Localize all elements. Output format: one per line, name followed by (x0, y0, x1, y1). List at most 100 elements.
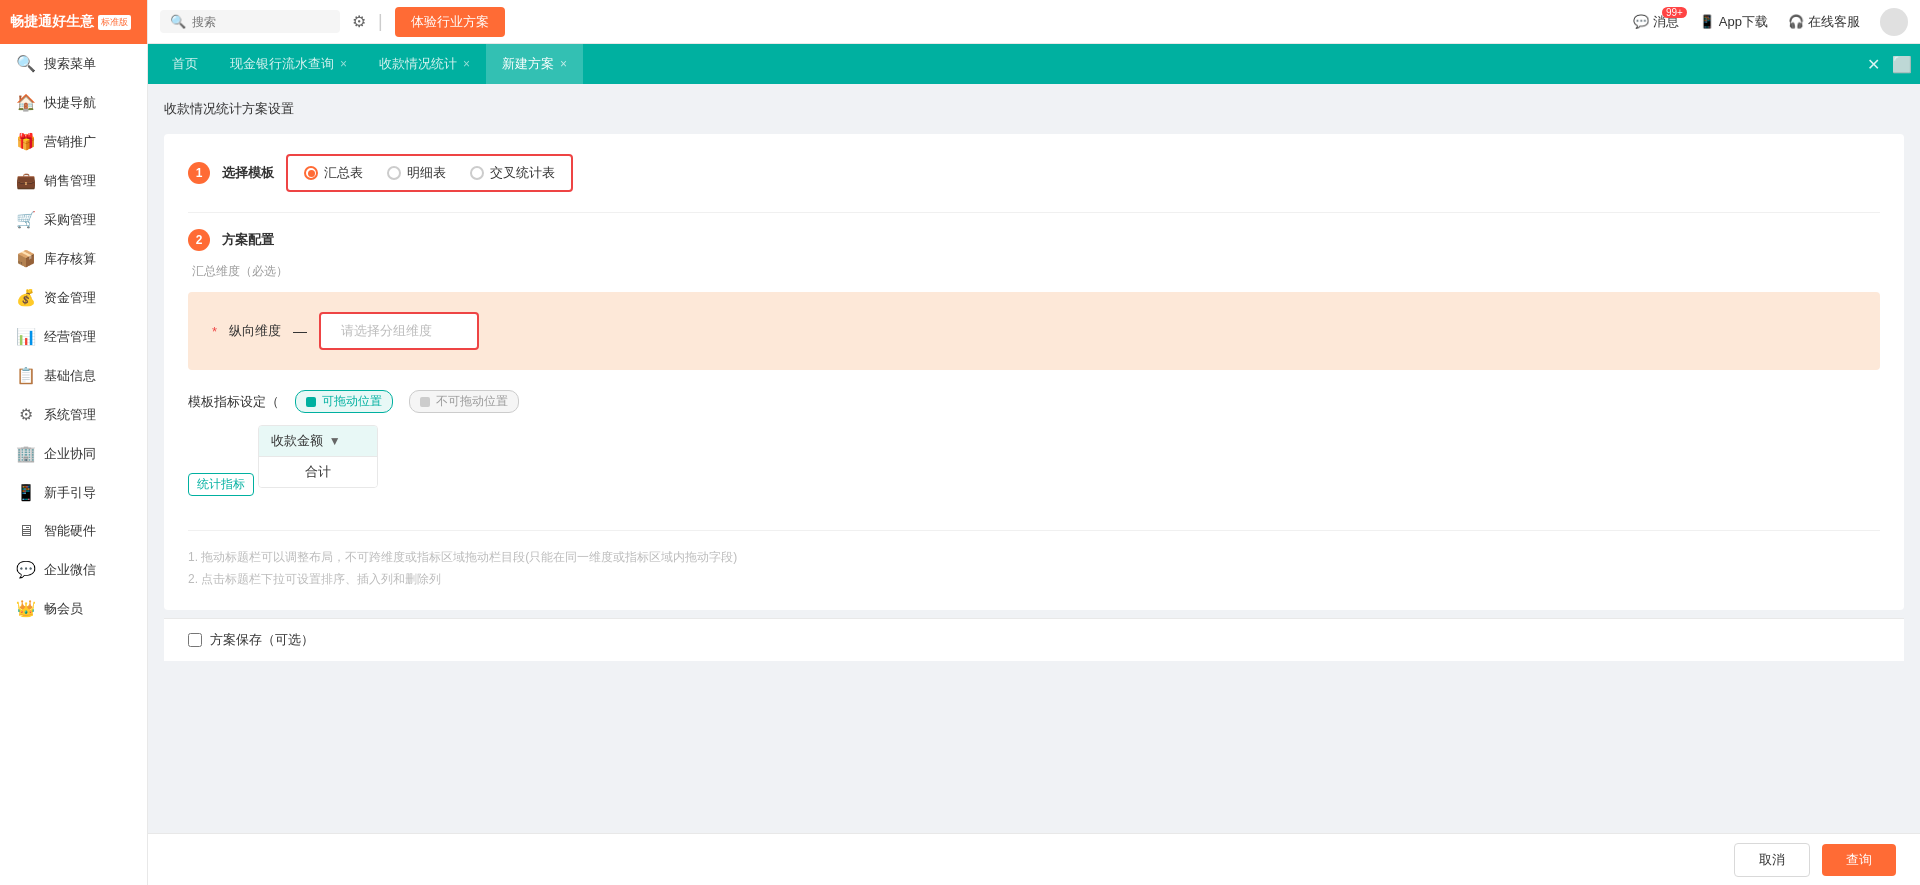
metrics-table-area: 统计指标 收款金额 ▼ 合计 (188, 425, 1880, 506)
sidebar-item-label: 企业协同 (44, 445, 96, 463)
money-icon: 💰 (16, 288, 36, 307)
app-icon: 📱 (1699, 14, 1715, 29)
template-detail-radio[interactable] (387, 166, 401, 180)
cancel-button[interactable]: 取消 (1734, 843, 1810, 877)
metrics-cell-total: 合计 (259, 457, 377, 487)
sidebar-item-label: 营销推广 (44, 133, 96, 151)
template-summary-label: 汇总表 (324, 164, 363, 182)
topbar: 🔍 ⚙ | 体验行业方案 💬 消息 99+ 📱 App下载 🎧 在线客服 (148, 0, 1920, 44)
sidebar-item-label: 快捷导航 (44, 94, 96, 112)
template-cross-radio[interactable] (470, 166, 484, 180)
template-cross-option[interactable]: 交叉统计表 (470, 164, 555, 182)
metrics-column-title: 收款金额 (271, 432, 323, 450)
vertical-dimension-label: 纵向维度 (229, 322, 281, 340)
divider1 (188, 212, 1880, 213)
tab-bank-flow-close[interactable]: × (340, 57, 347, 71)
tab-bank-flow[interactable]: 现金银行流水查询 × (214, 44, 363, 84)
metrics-dropdown-icon[interactable]: ▼ (329, 434, 341, 448)
crown-icon: 👑 (16, 599, 36, 618)
sidebar-item-purchase[interactable]: 🛒 采购管理 (0, 200, 147, 239)
tab-window-close-icon[interactable]: ✕ (1867, 55, 1880, 74)
topbar-divider: | (378, 11, 383, 32)
tab-collection-close[interactable]: × (463, 57, 470, 71)
tab-home[interactable]: 首页 (156, 44, 214, 84)
save-option-bar: 方案保存（可选） (164, 618, 1904, 661)
sidebar-logo: 畅捷通好生意 标准版 (0, 0, 147, 44)
step2-header: 2 方案配置 (188, 229, 1880, 251)
document-icon: 📋 (16, 366, 36, 385)
online-service-item[interactable]: 🎧 在线客服 (1788, 13, 1860, 31)
sidebar-item-operation[interactable]: 📊 经营管理 (0, 317, 147, 356)
sidebar-item-label: 库存核算 (44, 250, 96, 268)
template-summary-radio[interactable] (304, 166, 318, 180)
search-icon: 🔍 (16, 54, 36, 73)
briefcase-icon: 💼 (16, 171, 36, 190)
dimension-area: * 纵向维度 — 请选择分组维度 (188, 292, 1880, 370)
app-download-item[interactable]: 📱 App下载 (1699, 13, 1768, 31)
sidebar-item-hardware[interactable]: 🖥 智能硬件 (0, 512, 147, 550)
step1-header: 1 选择模板 汇总表 明细表 交叉统计表 (188, 154, 1880, 192)
sidebar-item-base-info[interactable]: 📋 基础信息 (0, 356, 147, 395)
sidebar-item-enterprise[interactable]: 🏢 企业协同 (0, 434, 147, 473)
draggable-badge: 可拖动位置 (295, 390, 393, 413)
sidebar-item-guide[interactable]: 📱 新手引导 (0, 473, 147, 512)
sidebar-item-marketing[interactable]: 🎁 营销推广 (0, 122, 147, 161)
phone-icon: 📱 (16, 483, 36, 502)
user-avatar[interactable] (1880, 8, 1908, 36)
tip-2: 2. 点击标题栏下拉可设置排序、插入列和删除列 (188, 569, 1880, 591)
sidebar-item-label: 智能硬件 (44, 522, 96, 540)
tab-new-plan-close[interactable]: × (560, 57, 567, 71)
box-icon: 📦 (16, 249, 36, 268)
cart-icon: 🛒 (16, 210, 36, 229)
bottom-action-bar: 取消 查询 (148, 833, 1920, 885)
tab-collection-stats[interactable]: 收款情况统计 × (363, 44, 486, 84)
dimension-select[interactable]: 请选择分组维度 (319, 312, 479, 350)
tab-collection-stats-label: 收款情况统计 (379, 55, 457, 73)
template-detail-label: 明细表 (407, 164, 446, 182)
non-draggable-badge: 不可拖动位置 (409, 390, 519, 413)
tab-maximize-icon[interactable]: ⬜ (1892, 55, 1912, 74)
main-card: 1 选择模板 汇总表 明细表 交叉统计表 (164, 134, 1904, 610)
topbar-right: 💬 消息 99+ 📱 App下载 🎧 在线客服 (1633, 8, 1908, 36)
topbar-search-icon: 🔍 (170, 14, 186, 29)
query-button[interactable]: 查询 (1822, 844, 1896, 876)
tab-home-label: 首页 (172, 55, 198, 73)
metrics-category-label: 统计指标 (188, 473, 254, 496)
sidebar-item-member[interactable]: 👑 畅会员 (0, 589, 147, 628)
message-item[interactable]: 💬 消息 99+ (1633, 13, 1679, 31)
industry-solution-button[interactable]: 体验行业方案 (395, 7, 505, 37)
monitor-icon: 🖥 (16, 522, 36, 540)
tab-new-plan[interactable]: 新建方案 × (486, 44, 583, 84)
sidebar-item-search[interactable]: 🔍 搜索菜单 (0, 44, 147, 83)
template-detail-option[interactable]: 明细表 (387, 164, 446, 182)
sidebar-logo-badge: 标准版 (98, 15, 131, 30)
save-checkbox[interactable] (188, 633, 202, 647)
sidebar-item-capital[interactable]: 💰 资金管理 (0, 278, 147, 317)
sidebar: 畅捷通好生意 标准版 🔍 搜索菜单 🏠 快捷导航 🎁 营销推广 💼 销售管理 🛒… (0, 0, 148, 885)
step2-label: 方案配置 (222, 231, 274, 249)
tips-text: 1. 拖动标题栏可以调整布局，不可跨维度或指标区域拖动栏目段(只能在同一维度或指… (188, 547, 1880, 590)
draggable-indicator (306, 397, 316, 407)
step1-number: 1 (188, 162, 210, 184)
sidebar-item-inventory[interactable]: 📦 库存核算 (0, 239, 147, 278)
sidebar-item-label: 企业微信 (44, 561, 96, 579)
sidebar-item-label: 经营管理 (44, 328, 96, 346)
dimension-row: * 纵向维度 — 请选择分组维度 (212, 312, 1856, 350)
sidebar-item-label: 基础信息 (44, 367, 96, 385)
template-summary-option[interactable]: 汇总表 (304, 164, 363, 182)
sidebar-item-label: 资金管理 (44, 289, 96, 307)
arrow-icon: — (293, 323, 307, 339)
settings-gear-icon[interactable]: ⚙ (352, 12, 366, 31)
metrics-column-header[interactable]: 收款金额 ▼ (259, 426, 377, 457)
non-draggable-indicator (420, 397, 430, 407)
topbar-search-container[interactable]: 🔍 (160, 10, 340, 33)
sidebar-item-system[interactable]: ⚙ 系统管理 (0, 395, 147, 434)
sidebar-item-label: 采购管理 (44, 211, 96, 229)
sidebar-item-wechat[interactable]: 💬 企业微信 (0, 550, 147, 589)
topbar-search-input[interactable] (192, 15, 322, 29)
home-icon: 🏠 (16, 93, 36, 112)
page-title: 收款情况统计方案设置 (164, 100, 1904, 118)
sidebar-item-quick-nav[interactable]: 🏠 快捷导航 (0, 83, 147, 122)
sidebar-item-sales[interactable]: 💼 销售管理 (0, 161, 147, 200)
message-icon: 💬 (1633, 14, 1649, 29)
